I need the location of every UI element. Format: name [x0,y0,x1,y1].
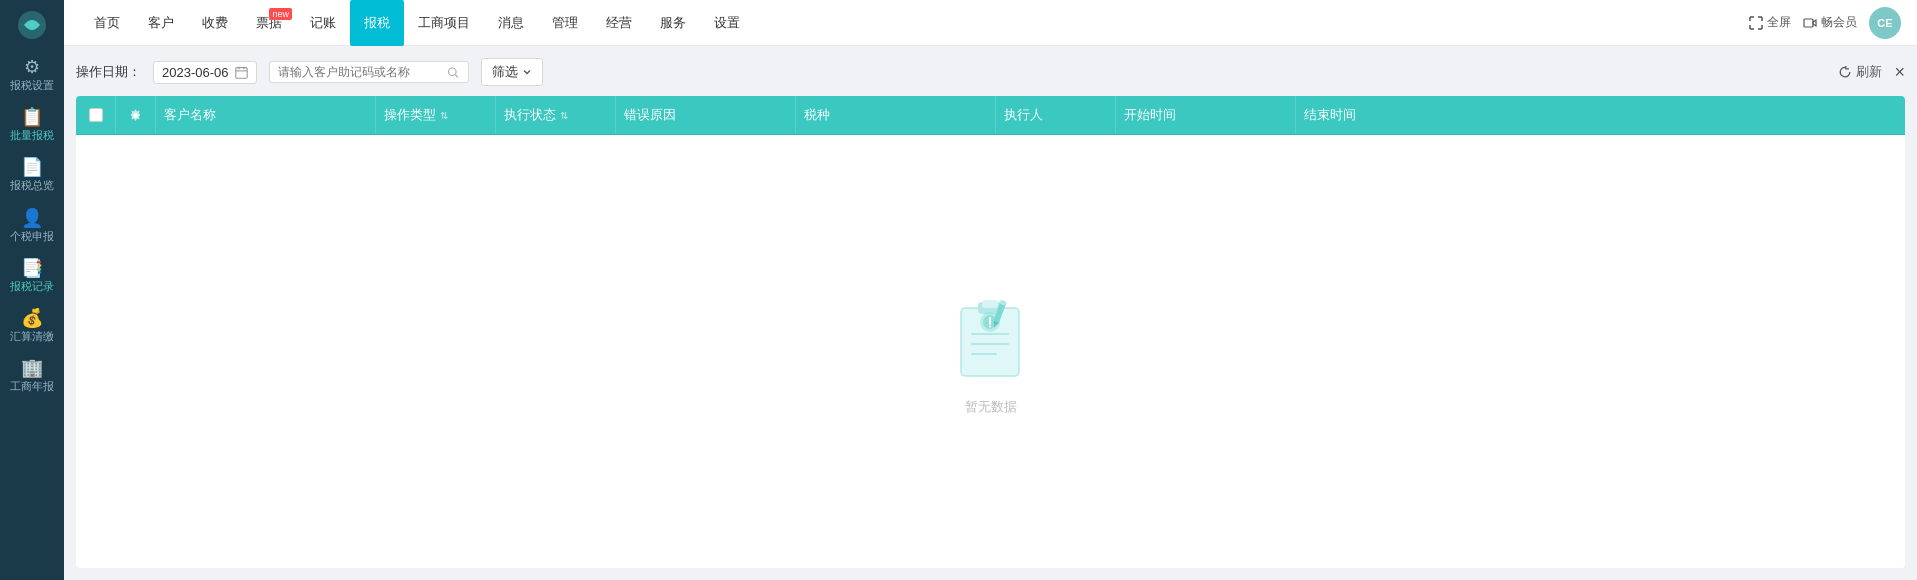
date-label: 操作日期： [76,63,141,81]
svg-rect-2 [235,67,246,78]
date-value: 2023-06-06 [162,65,229,80]
sidebar-item-huisuanjiaoshu[interactable]: 💰 汇算清缴 [0,301,64,351]
toolbar-right: 刷新 × [1838,62,1905,83]
th-executor: 执行人 [996,96,1116,134]
batch-tax-icon: 📋 [21,108,43,126]
th-checkbox[interactable] [76,96,116,134]
th-error-reason: 错误原因 [616,96,796,134]
filter-button[interactable]: 筛选 [481,58,543,86]
table-header: 客户名称 操作类型 ⇅ 执行状态 ⇅ 错误原因 税种 执行人 [76,96,1905,135]
refresh-icon [1838,65,1852,79]
th-exec-status[interactable]: 执行状态 ⇅ [496,96,616,134]
nav-manage[interactable]: 管理 [538,0,592,46]
sidebar-item-piliangbaoshui[interactable]: 📋 批量报税 [0,100,64,150]
svg-point-18 [989,325,991,327]
top-navigation: 首页 客户 收费 票据 new 记账 报税 工商项目 消息 管理 经营 服务 设… [64,0,1917,46]
video-icon [1803,16,1817,30]
sidebar-item-baoshuizonglan[interactable]: 📄 报税总览 [0,150,64,200]
data-table: 客户名称 操作类型 ⇅ 执行状态 ⇅ 错误原因 税种 执行人 [76,96,1905,568]
sidebar: ⚙ 报税设置 📋 批量报税 📄 报税总览 👤 个税申报 📑 报税记录 💰 汇算清… [0,0,64,580]
annual-report-icon: 🏢 [21,359,43,377]
nav-charge[interactable]: 收费 [188,0,242,46]
nav-customer[interactable]: 客户 [134,0,188,46]
sidebar-item-baoshuishezhi[interactable]: ⚙ 报税设置 [0,50,64,100]
nav-tax[interactable]: 报税 [350,0,404,46]
empty-illustration [946,288,1036,388]
logo [0,0,64,50]
nav-message[interactable]: 消息 [484,0,538,46]
chevron-down-icon [522,67,532,77]
svg-rect-1 [1804,19,1813,27]
svg-rect-11 [982,300,998,308]
sidebar-item-baoshuijilu[interactable]: 📑 报税记录 [0,251,64,301]
topnav-right: 全屏 畅会员 CE [1749,7,1901,39]
nav-settings[interactable]: 设置 [700,0,754,46]
nav-business[interactable]: 工商项目 [404,0,484,46]
select-all-checkbox[interactable] [89,108,103,122]
th-start-time: 开始时间 [1116,96,1296,134]
personal-tax-icon: 👤 [21,209,43,227]
nav-invoice[interactable]: 票据 new [242,0,296,46]
settlement-icon: 💰 [21,309,43,327]
gear-icon [128,108,143,123]
refresh-button[interactable]: 刷新 [1838,63,1882,81]
fullscreen-icon [1749,16,1763,30]
th-tax-type: 税种 [796,96,996,134]
refresh-label: 刷新 [1856,63,1882,81]
date-picker[interactable]: 2023-06-06 [153,61,257,84]
nav-service[interactable]: 服务 [646,0,700,46]
th-end-time: 结束时间 [1296,96,1456,134]
th-client-name: 客户名称 [156,96,376,134]
fullscreen-button[interactable]: 全屏 [1749,14,1791,31]
search-input[interactable] [278,65,448,79]
sort-op-type-icon: ⇅ [440,110,448,121]
main-area: 首页 客户 收费 票据 new 记账 报税 工商项目 消息 管理 经营 服务 设… [64,0,1917,580]
svg-line-7 [456,74,459,77]
th-op-type[interactable]: 操作类型 ⇅ [376,96,496,134]
nav-account[interactable]: 记账 [296,0,350,46]
search-icon [447,66,459,79]
search-wrap [269,61,469,83]
new-badge: new [269,8,292,21]
table-body: 暂无数据 [76,135,1905,568]
toolbar: 操作日期： 2023-06-06 筛选 [76,58,1905,86]
member-button[interactable]: 畅会员 [1803,14,1857,31]
avatar[interactable]: CE [1869,7,1901,39]
content-area: 操作日期： 2023-06-06 筛选 [64,46,1917,580]
nav-operation[interactable]: 经营 [592,0,646,46]
sidebar-item-geshuishenbao[interactable]: 👤 个税申报 [0,201,64,251]
empty-text: 暂无数据 [965,398,1017,416]
th-gear[interactable] [116,96,156,134]
close-button[interactable]: × [1894,62,1905,83]
sort-exec-status-icon: ⇅ [560,110,568,121]
nav-home[interactable]: 首页 [80,0,134,46]
record-icon: 📑 [21,259,43,277]
svg-point-6 [449,67,457,75]
filter-label: 筛选 [492,63,518,81]
calendar-icon [235,66,248,79]
overview-icon: 📄 [21,158,43,176]
sidebar-item-gongshangnianbaao[interactable]: 🏢 工商年报 [0,351,64,401]
settings-icon: ⚙ [24,58,40,76]
